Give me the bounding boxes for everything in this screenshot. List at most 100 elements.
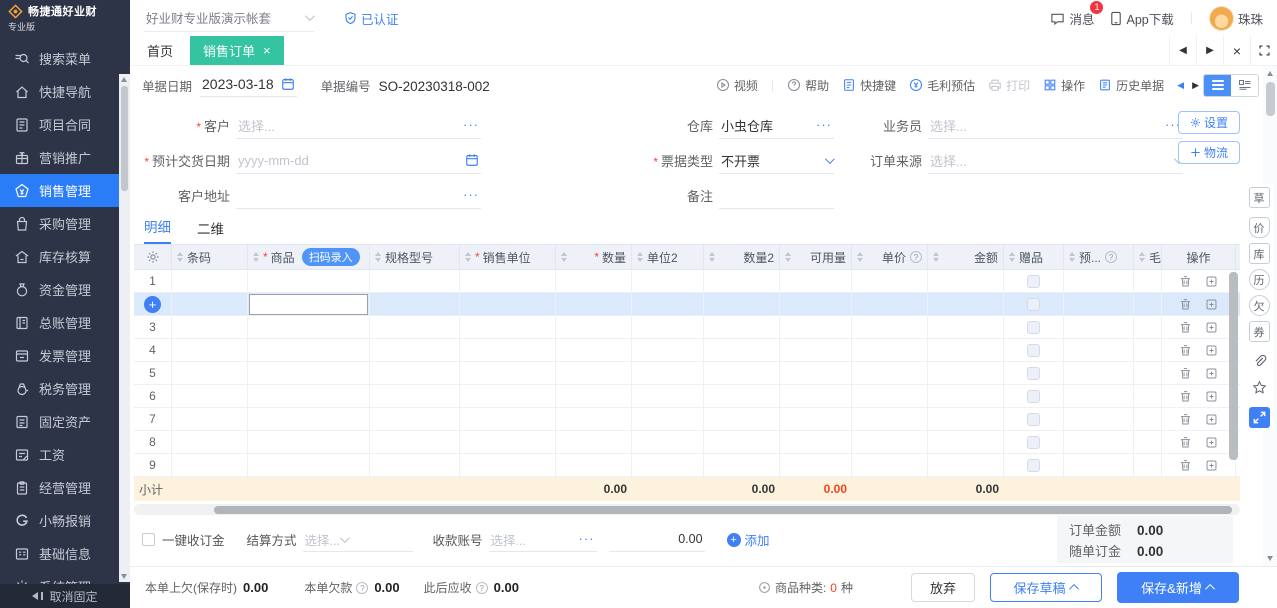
cell-avail[interactable] <box>780 362 852 384</box>
cell-unit2[interactable] <box>632 316 704 338</box>
cell-amount[interactable] <box>928 293 1004 315</box>
cell-price[interactable] <box>852 339 928 361</box>
cell-qty2[interactable] <box>704 454 780 476</box>
cell-gift[interactable] <box>1004 431 1064 453</box>
prev-doc-button[interactable]: ◀ <box>1177 80 1184 91</box>
favorite-icon[interactable] <box>1249 377 1270 398</box>
cell-product[interactable] <box>248 408 370 430</box>
account-set-select[interactable]: 好业财专业版演示帐套 <box>144 4 314 32</box>
customer-field[interactable]: 选择... ··· <box>236 113 481 139</box>
horizontal-scrollbar[interactable] <box>134 504 1240 515</box>
cell-barcode[interactable] <box>172 431 248 453</box>
history-action-button[interactable]: 历史单据 <box>1098 77 1164 94</box>
card-view-button[interactable] <box>1231 75 1258 96</box>
cell-amount[interactable] <box>928 431 1004 453</box>
cell-amount[interactable] <box>928 362 1004 384</box>
cell-unit2[interactable] <box>632 293 704 315</box>
grid-vertical-scroll-thumb[interactable] <box>1229 272 1238 460</box>
cell-qty2[interactable] <box>704 362 780 384</box>
cell-price[interactable] <box>852 362 928 384</box>
quick-deposit-checkbox[interactable] <box>142 533 155 546</box>
cell-spec[interactable] <box>370 385 460 407</box>
delete-row-icon[interactable] <box>1179 298 1192 311</box>
save-and-new-button[interactable]: 保存&新增 <box>1117 572 1239 603</box>
copy-insert-row-icon[interactable] <box>1205 459 1218 472</box>
cell-price[interactable] <box>852 454 928 476</box>
cell-barcode[interactable] <box>172 454 248 476</box>
cell-barcode[interactable] <box>172 408 248 430</box>
sidebar-item-assets[interactable]: 固定资产 <box>0 405 130 438</box>
cell-margin[interactable] <box>1134 431 1162 453</box>
cell-unit[interactable] <box>460 339 556 361</box>
add-deposit-button[interactable]: + 添加 <box>727 530 770 549</box>
cell-gift[interactable] <box>1004 270 1064 292</box>
cell-spec[interactable] <box>370 316 460 338</box>
calendar-icon[interactable] <box>281 77 295 91</box>
close-all-tabs-button[interactable]: × <box>1223 36 1250 65</box>
cell-unit[interactable] <box>460 362 556 384</box>
cell-product[interactable] <box>248 316 370 338</box>
delete-row-icon[interactable] <box>1179 436 1192 449</box>
cell-margin_est[interactable] <box>1064 454 1134 476</box>
cell-barcode[interactable] <box>172 316 248 338</box>
abandon-button[interactable]: 放弃 <box>911 573 975 602</box>
sidebar-item-funds[interactable]: 资金管理 <box>0 273 130 306</box>
cell-spec[interactable] <box>370 339 460 361</box>
cell-margin[interactable] <box>1134 316 1162 338</box>
copy-insert-row-icon[interactable] <box>1205 436 1218 449</box>
product-input[interactable] <box>249 294 368 315</box>
cell-margin[interactable] <box>1134 362 1162 384</box>
sort-icon[interactable] <box>253 252 259 262</box>
cell-unit[interactable] <box>460 385 556 407</box>
cell-gift[interactable] <box>1004 454 1064 476</box>
delivery-date-field[interactable]: yyyy-mm-dd <box>236 148 481 174</box>
cell-ops[interactable] <box>1162 293 1236 315</box>
cell-gift[interactable] <box>1004 339 1064 361</box>
column-header-qty2[interactable]: 数量2 <box>704 245 780 269</box>
gift-checkbox[interactable] <box>1027 298 1040 311</box>
cell-unit2[interactable] <box>632 362 704 384</box>
order-source-select[interactable]: 选择... <box>928 148 1183 174</box>
cell-margin_est[interactable] <box>1064 316 1134 338</box>
cell-ops[interactable] <box>1162 362 1236 384</box>
cell-unit2[interactable] <box>632 339 704 361</box>
cell-spec[interactable] <box>370 270 460 292</box>
sidebar-scroll-thumb[interactable] <box>121 86 128 191</box>
cell-barcode[interactable] <box>172 293 248 315</box>
cell-amount[interactable] <box>928 270 1004 292</box>
cell-barcode[interactable] <box>172 339 248 361</box>
cell-qty2[interactable] <box>704 339 780 361</box>
sort-icon[interactable] <box>375 252 381 262</box>
cell-margin_est[interactable] <box>1064 270 1134 292</box>
tab-detail[interactable]: 明细 <box>144 216 171 244</box>
app-download-button[interactable]: App下载 <box>1110 9 1173 28</box>
cell-unit[interactable] <box>460 454 556 476</box>
unpin-sidebar-button[interactable]: 取消固定 <box>0 584 130 608</box>
cell-unit2[interactable] <box>632 431 704 453</box>
cell-ops[interactable] <box>1162 385 1236 407</box>
copy-insert-row-icon[interactable] <box>1205 344 1218 357</box>
cell-ops[interactable] <box>1162 454 1236 476</box>
cell-qty2[interactable] <box>704 270 780 292</box>
tab-matrix[interactable]: 二维 <box>197 218 224 244</box>
column-header-barcode[interactable]: 条码 <box>172 245 248 269</box>
cell-qty[interactable] <box>556 293 632 315</box>
more-icon[interactable]: ··· <box>463 122 479 129</box>
sidebar-item-search[interactable]: 搜索菜单 <box>0 42 130 75</box>
cell-unit2[interactable] <box>632 454 704 476</box>
cell-amount[interactable] <box>928 408 1004 430</box>
copy-insert-row-icon[interactable] <box>1205 367 1218 380</box>
cell-qty[interactable] <box>556 270 632 292</box>
scroll-up-icon[interactable] <box>1267 71 1273 76</box>
sidebar-item-sales[interactable]: 销售管理 <box>0 174 130 207</box>
deposit-amount-input[interactable]: 0.00 <box>609 528 705 552</box>
cell-gift[interactable] <box>1004 385 1064 407</box>
column-header-rownum[interactable] <box>134 245 172 269</box>
sort-icon[interactable] <box>1139 252 1145 262</box>
cell-unit[interactable] <box>460 408 556 430</box>
cell-avail[interactable] <box>780 408 852 430</box>
sidebar-item-inventory[interactable]: 库存核算 <box>0 240 130 273</box>
cell-spec[interactable] <box>370 293 460 315</box>
next-doc-button[interactable]: ▶ <box>1192 80 1199 91</box>
user-menu[interactable]: 珠珠 <box>1209 6 1263 31</box>
